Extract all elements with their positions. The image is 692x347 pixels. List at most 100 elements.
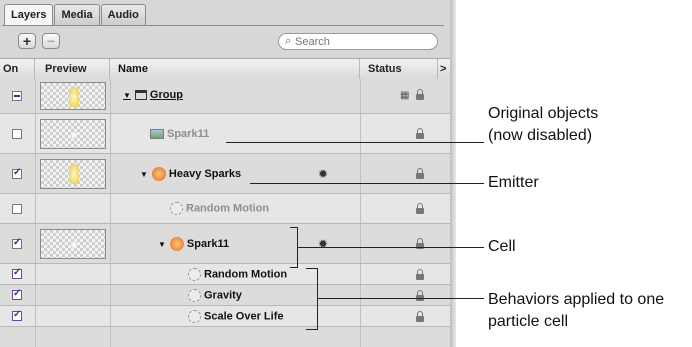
- layer-enable-checkbox[interactable]: [12, 288, 22, 300]
- lock-icon[interactable]: [416, 128, 424, 139]
- bracket-behaviors-vertical: [317, 268, 318, 330]
- column-divider: [360, 327, 361, 347]
- gear-icon[interactable]: ✹: [318, 237, 328, 251]
- layer-row-spark11-original[interactable]: Spark11: [0, 114, 450, 154]
- bracket-cell-bottom: [290, 267, 298, 268]
- empty-row: [0, 327, 450, 347]
- layer-name[interactable]: Random Motion: [170, 202, 269, 215]
- layer-name[interactable]: ▼ Heavy Sparks: [140, 167, 241, 181]
- column-divider: [110, 264, 111, 284]
- column-divider: [360, 154, 361, 193]
- spark-icon: [71, 132, 77, 138]
- column-divider: [35, 327, 36, 347]
- behavior-icon: [188, 268, 201, 281]
- layer-row-gravity[interactable]: Gravity: [0, 285, 450, 306]
- behavior-icon: [188, 310, 201, 323]
- layer-preview-thumbnail: [40, 119, 106, 149]
- layer-row-group[interactable]: ▼ Group ▦: [0, 79, 450, 114]
- remove-layer-button[interactable]: −: [42, 33, 60, 49]
- column-divider: [360, 79, 361, 113]
- bracket-behaviors-bottom: [306, 329, 318, 330]
- layer-preview-thumbnail: [40, 82, 106, 110]
- gear-icon[interactable]: ✹: [318, 167, 328, 181]
- search-field[interactable]: ⌕: [278, 33, 438, 50]
- callout-line-behaviors: [317, 298, 484, 299]
- column-divider: [110, 327, 111, 347]
- tab-divider: [2, 25, 444, 26]
- column-divider: [110, 194, 111, 223]
- bulb-icon: [69, 87, 79, 107]
- particle-cell-icon: [169, 237, 184, 251]
- disclosure-triangle-icon[interactable]: ▼: [158, 240, 166, 249]
- layer-name[interactable]: ▼ Group: [123, 89, 183, 101]
- column-name[interactable]: Name: [110, 59, 360, 79]
- layer-enable-checkbox[interactable]: [12, 267, 22, 279]
- column-divider: [360, 224, 361, 263]
- column-status[interactable]: Status: [360, 59, 438, 79]
- lock-icon[interactable]: [416, 89, 424, 100]
- layer-row-spark11-cell[interactable]: ▼Spark11 ✹: [0, 224, 450, 264]
- group-icon: [134, 90, 147, 101]
- tab-audio[interactable]: Audio: [100, 4, 146, 25]
- lock-icon[interactable]: [416, 203, 424, 214]
- spark-icon: [71, 242, 77, 248]
- search-icon: ⌕: [285, 35, 292, 47]
- callout-original-objects: Original objects (now disabled): [488, 103, 598, 147]
- layer-row-heavy-sparks[interactable]: ▼Heavy Sparks ✹: [0, 154, 450, 194]
- layer-name[interactable]: Spark11: [150, 128, 209, 140]
- column-divider: [35, 224, 36, 263]
- column-divider: [35, 194, 36, 223]
- column-divider: [35, 306, 36, 326]
- layer-row-random-motion-disabled[interactable]: Random Motion: [0, 194, 450, 224]
- column-divider: [360, 285, 361, 305]
- callout-text: Original objects: [488, 105, 599, 122]
- layer-row-random-motion[interactable]: Random Motion: [0, 264, 450, 285]
- layer-name[interactable]: ▼ Spark11: [158, 237, 229, 251]
- lock-icon[interactable]: [416, 238, 424, 249]
- layer-enable-checkbox[interactable]: [12, 204, 22, 214]
- layer-preview-thumbnail: [40, 229, 106, 259]
- column-divider: [110, 79, 111, 113]
- layer-enable-checkbox[interactable]: [12, 167, 22, 179]
- column-divider: [35, 285, 36, 305]
- layer-enable-checkbox[interactable]: [12, 91, 22, 101]
- column-divider: [110, 154, 111, 193]
- layer-preview-thumbnail: [40, 159, 106, 189]
- layer-enable-checkbox[interactable]: [12, 129, 22, 139]
- column-divider: [35, 114, 36, 153]
- layer-row-scale-over-life[interactable]: Scale Over Life: [0, 306, 450, 327]
- behavior-icon: [170, 202, 183, 215]
- layer-name[interactable]: Random Motion: [188, 268, 287, 281]
- column-divider: [360, 264, 361, 284]
- tab-media[interactable]: Media: [54, 4, 100, 25]
- callout-text: particle cell: [488, 313, 569, 330]
- column-divider: [35, 264, 36, 284]
- tab-bar: Layers Media Audio: [4, 4, 147, 26]
- lock-icon[interactable]: [416, 168, 424, 179]
- column-more-arrow[interactable]: >: [438, 59, 450, 79]
- layer-enable-checkbox[interactable]: [12, 309, 22, 321]
- layer-enable-checkbox[interactable]: [12, 237, 22, 249]
- column-divider: [35, 79, 36, 113]
- emitter-icon: [151, 167, 166, 181]
- disclosure-triangle-icon[interactable]: ▼: [123, 91, 131, 100]
- lock-icon[interactable]: [416, 311, 424, 322]
- add-layer-button[interactable]: +: [18, 33, 36, 49]
- search-input[interactable]: [295, 34, 425, 49]
- tab-layers[interactable]: Layers: [4, 4, 54, 25]
- layer-name[interactable]: Gravity: [188, 289, 242, 302]
- callout-emitter: Emitter: [488, 174, 539, 191]
- column-preview[interactable]: Preview: [35, 59, 110, 79]
- column-divider: [110, 224, 111, 263]
- bulb-icon: [69, 164, 79, 184]
- column-on[interactable]: On: [0, 59, 35, 79]
- image-icon: [150, 129, 164, 140]
- behavior-icon: [188, 289, 201, 302]
- column-divider: [360, 114, 361, 153]
- layer-name[interactable]: Scale Over Life: [188, 310, 284, 323]
- callout-line-emitter: [250, 183, 484, 184]
- panel-edge: [450, 0, 456, 347]
- disclosure-triangle-icon[interactable]: ▼: [140, 170, 148, 179]
- column-divider: [110, 285, 111, 305]
- lock-icon[interactable]: [416, 269, 424, 280]
